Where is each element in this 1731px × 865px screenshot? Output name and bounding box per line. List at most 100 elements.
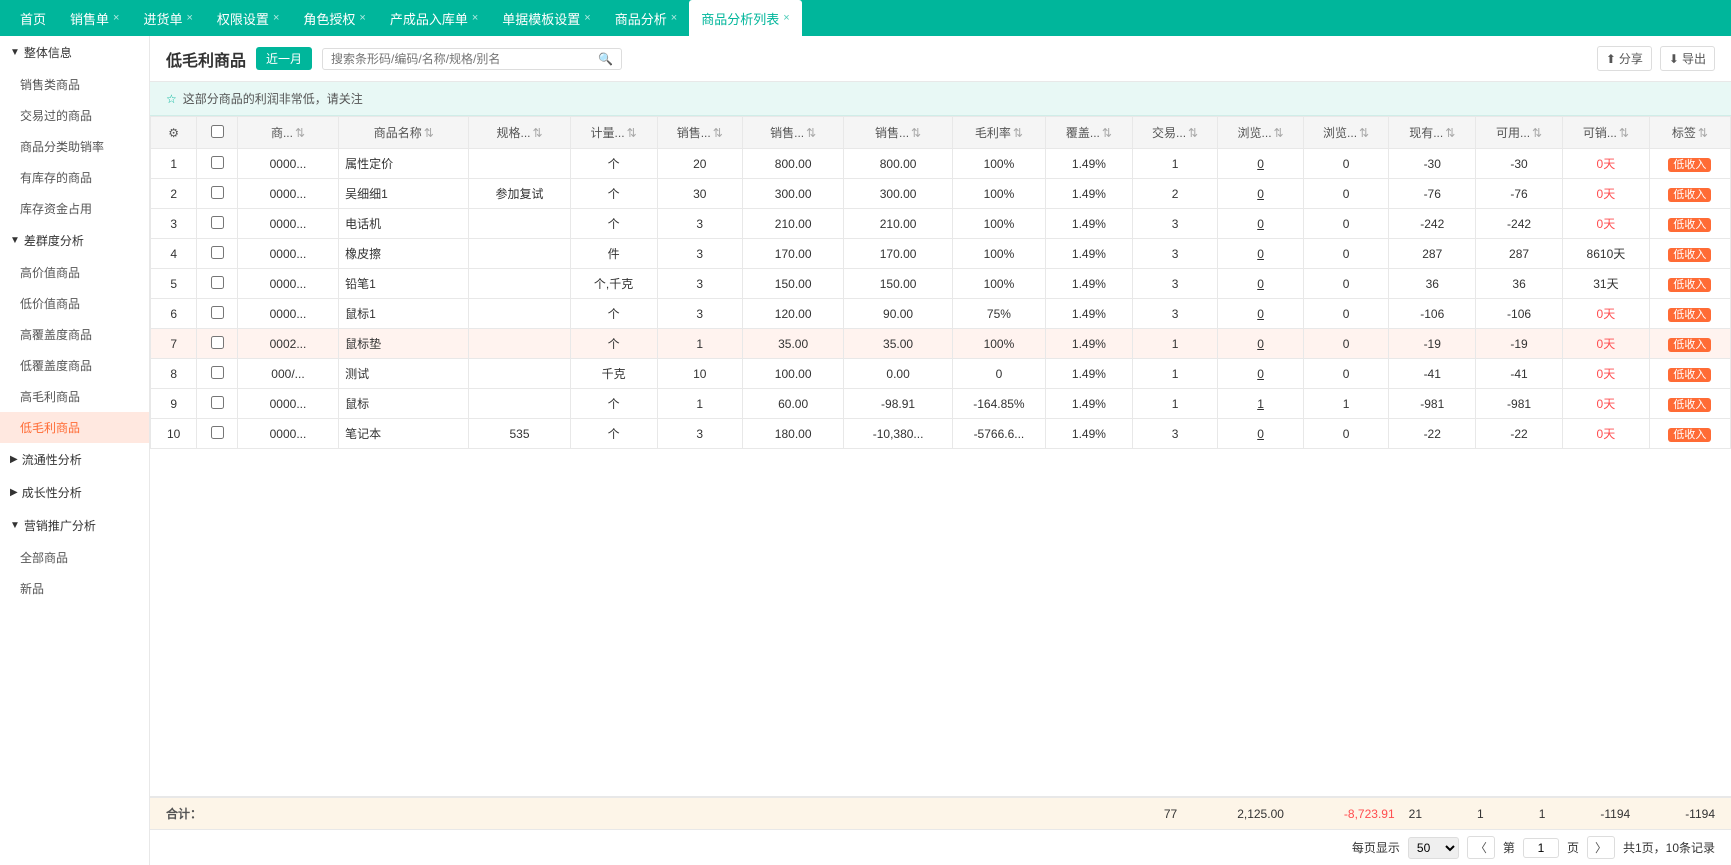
nav-product-analysis-list[interactable]: 商品分析列表 × (689, 0, 801, 36)
nav-purchase-order[interactable]: 进货单 × (131, 0, 204, 36)
select-all-checkbox[interactable] (211, 125, 224, 138)
cell-coverage: 1.49% (1046, 209, 1133, 239)
sidebar-item-high-margin[interactable]: 高毛利商品 (0, 381, 149, 412)
close-icon[interactable]: × (113, 12, 119, 24)
th-tag[interactable]: 标签⇅ (1649, 117, 1730, 149)
th-coverage[interactable]: 覆盖...⇅ (1046, 117, 1133, 149)
cell-gross-rate: 100% (952, 209, 1045, 239)
cell-code: 0002... (237, 329, 338, 359)
nav-home[interactable]: 首页 (8, 0, 58, 36)
row-checkbox[interactable] (211, 336, 224, 349)
time-filter-button[interactable]: 近一月 (256, 47, 312, 70)
th-sale-price[interactable]: 销售...⇅ (743, 117, 844, 149)
row-checkbox[interactable] (211, 306, 224, 319)
browse1-link[interactable]: 0 (1257, 247, 1264, 261)
close-icon[interactable]: × (273, 12, 279, 24)
nav-role-auth[interactable]: 角色授权 × (291, 0, 377, 36)
row-checkbox[interactable] (211, 426, 224, 439)
th-avail-stock[interactable]: 可用...⇅ (1476, 117, 1563, 149)
cell-avail-stock: -22 (1476, 419, 1563, 449)
th-current-stock[interactable]: 现有...⇅ (1389, 117, 1476, 149)
th-browse2[interactable]: 浏览...⇅ (1303, 117, 1389, 149)
cell-checkbox (197, 179, 238, 209)
browse1-link[interactable]: 0 (1257, 217, 1264, 231)
cell-browse2: 0 (1303, 299, 1389, 329)
row-checkbox[interactable] (211, 156, 224, 169)
row-checkbox[interactable] (211, 366, 224, 379)
sidebar-item-sales-goods[interactable]: 销售类商品 (0, 69, 149, 100)
th-name[interactable]: 商品名称⇅ (339, 117, 469, 149)
sidebar-item-all-goods[interactable]: 全部商品 (0, 542, 149, 573)
sidebar-item-new-goods[interactable]: 新品 (0, 573, 149, 604)
prev-page-button[interactable]: 〈 (1467, 836, 1495, 859)
th-checkbox (197, 117, 238, 149)
row-checkbox[interactable] (211, 276, 224, 289)
close-icon[interactable]: × (359, 12, 365, 24)
sidebar-item-stock-goods[interactable]: 有库存的商品 (0, 162, 149, 193)
cell-checkbox (197, 299, 238, 329)
sidebar-item-high-coverage[interactable]: 高覆盖度商品 (0, 319, 149, 350)
tag-badge: 低收入 (1668, 428, 1711, 442)
close-icon[interactable]: × (186, 12, 192, 24)
sidebar-item-stock-capital[interactable]: 库存资金占用 (0, 193, 149, 224)
page-size-select[interactable]: 50 100 200 (1408, 837, 1459, 859)
sidebar-item-high-value[interactable]: 高价值商品 (0, 257, 149, 288)
sidebar-item-category-rate[interactable]: 商品分类助销率 (0, 131, 149, 162)
cell-browse2: 0 (1303, 149, 1389, 179)
row-checkbox[interactable] (211, 186, 224, 199)
nav-permission[interactable]: 权限设置 × (205, 0, 291, 36)
th-code[interactable]: 商...⇅ (237, 117, 338, 149)
browse1-link[interactable]: 1 (1257, 397, 1264, 411)
sidebar-group-liquidity[interactable]: ▶ 流通性分析 (0, 443, 149, 476)
page-number-input[interactable] (1523, 838, 1559, 858)
th-spec[interactable]: 规格...⇅ (469, 117, 570, 149)
sidebar-item-low-margin[interactable]: 低毛利商品 (0, 412, 149, 443)
cell-sellable-days: 0天 (1562, 149, 1649, 179)
row-checkbox[interactable] (211, 216, 224, 229)
sidebar-group-overall[interactable]: ▼ 整体信息 (0, 36, 149, 69)
cell-sellable-days: 0天 (1562, 329, 1649, 359)
browse1-link[interactable]: 0 (1257, 337, 1264, 351)
cell-sale-price: 100.00 (743, 359, 844, 389)
th-sale-qty[interactable]: 销售...⇅ (657, 117, 743, 149)
settings-icon[interactable]: ⚙ (168, 126, 179, 140)
close-icon[interactable]: × (584, 12, 590, 24)
browse1-link[interactable]: 0 (1257, 277, 1264, 291)
export-button[interactable]: ⬇ 导出 (1660, 46, 1715, 71)
th-sellable-days[interactable]: 可销...⇅ (1562, 117, 1649, 149)
th-unit[interactable]: 计量...⇅ (570, 117, 657, 149)
sidebar-item-low-coverage[interactable]: 低覆盖度商品 (0, 350, 149, 381)
nav-template-settings[interactable]: 单据模板设置 × (490, 0, 602, 36)
th-gross-rate[interactable]: 毛利率⇅ (952, 117, 1045, 149)
cell-sale-qty: 3 (657, 299, 743, 329)
row-checkbox[interactable] (211, 396, 224, 409)
search-input[interactable] (331, 52, 598, 66)
browse1-link[interactable]: 0 (1257, 367, 1264, 381)
sidebar-group-marketing[interactable]: ▼ 营销推广分析 (0, 509, 149, 542)
browse1-link[interactable]: 0 (1257, 187, 1264, 201)
sidebar-item-low-value[interactable]: 低价值商品 (0, 288, 149, 319)
close-icon[interactable]: × (671, 12, 677, 24)
row-checkbox[interactable] (211, 246, 224, 259)
th-sale-amt[interactable]: 销售...⇅ (844, 117, 953, 149)
sidebar-group-cluster[interactable]: ▼ 差群度分析 (0, 224, 149, 257)
sidebar-item-traded-goods[interactable]: 交易过的商品 (0, 100, 149, 131)
share-button[interactable]: ⬆ 分享 (1597, 46, 1652, 71)
cell-browse2: 0 (1303, 269, 1389, 299)
close-icon[interactable]: × (783, 12, 789, 24)
next-page-button[interactable]: 〉 (1587, 836, 1615, 859)
cell-sale-price: 60.00 (743, 389, 844, 419)
sidebar-group-growth[interactable]: ▶ 成长性分析 (0, 476, 149, 509)
browse1-link[interactable]: 0 (1257, 157, 1264, 171)
nav-sales-order[interactable]: 销售单 × (58, 0, 131, 36)
browse1-link[interactable]: 0 (1257, 427, 1264, 441)
close-icon[interactable]: × (472, 12, 478, 24)
search-icon[interactable]: 🔍 (598, 52, 613, 66)
cell-sale-qty: 10 (657, 359, 743, 389)
browse1-link[interactable]: 0 (1257, 307, 1264, 321)
th-trade[interactable]: 交易...⇅ (1132, 117, 1218, 149)
cell-trade: 2 (1132, 179, 1218, 209)
nav-product-analysis[interactable]: 商品分析 × (603, 0, 689, 36)
nav-product-inbound[interactable]: 产成品入库单 × (378, 0, 490, 36)
th-browse1[interactable]: 浏览...⇅ (1218, 117, 1304, 149)
